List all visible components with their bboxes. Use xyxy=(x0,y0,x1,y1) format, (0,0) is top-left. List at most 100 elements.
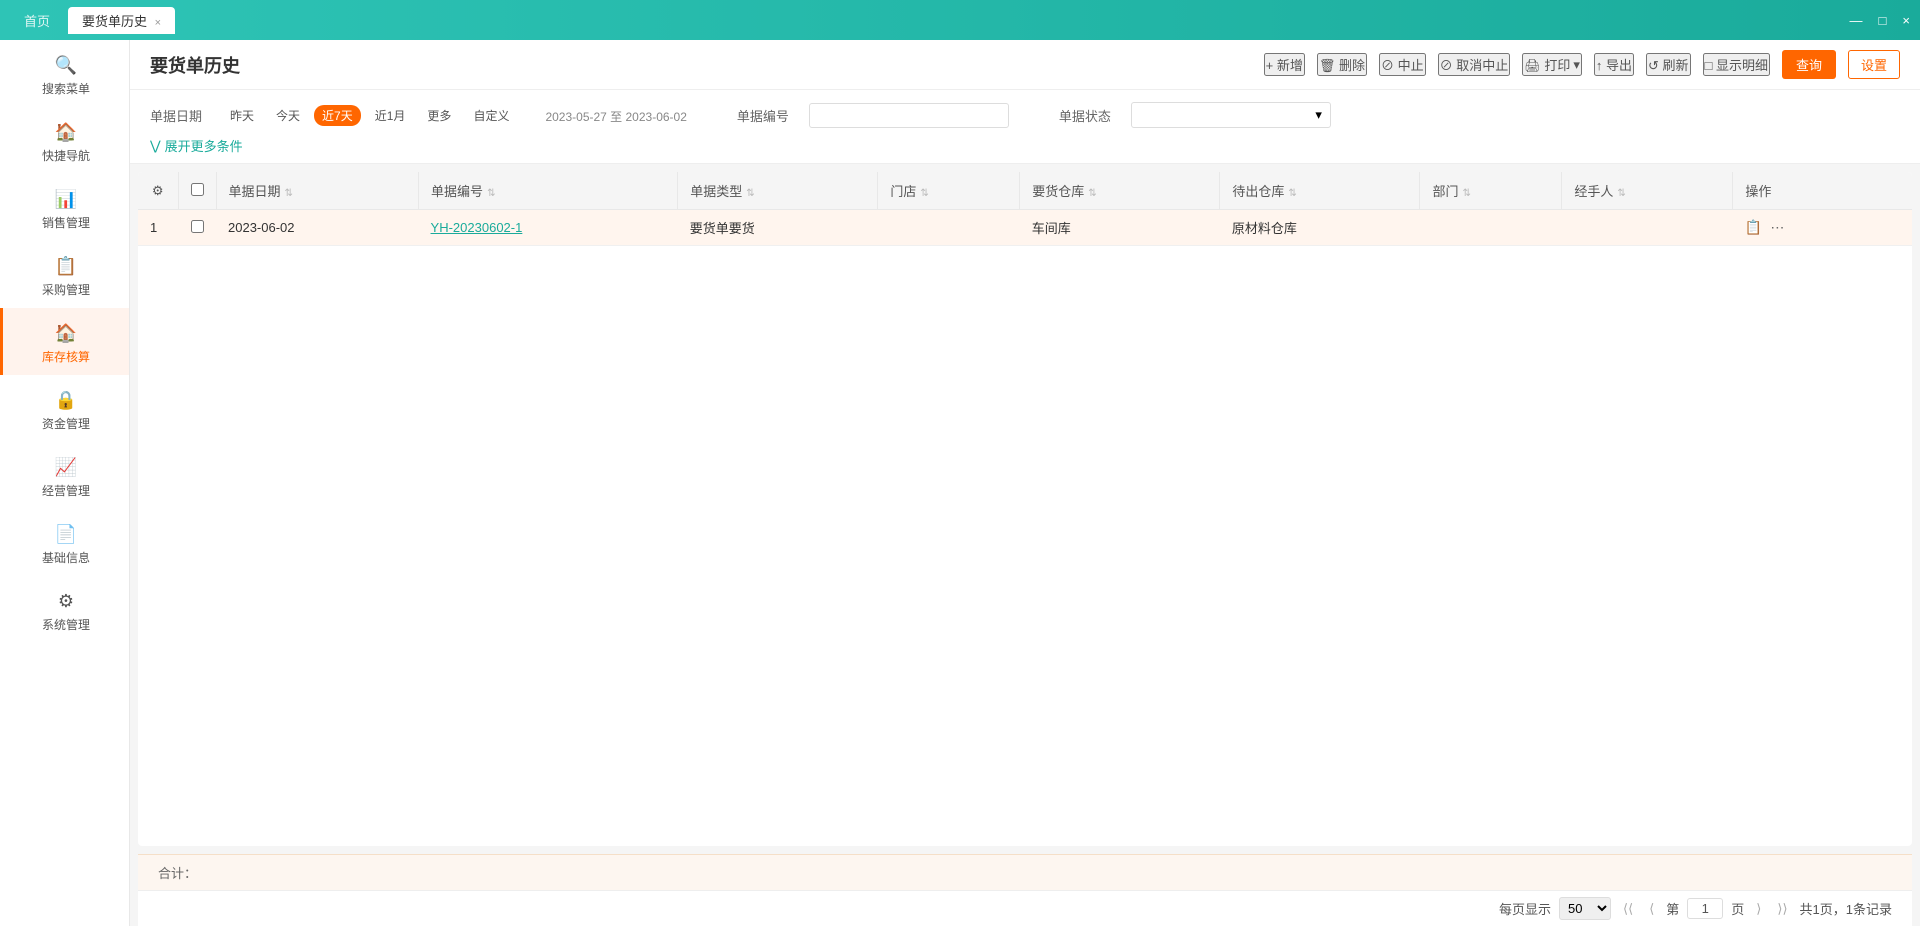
sidebar-item-system[interactable]: ⚙ 系统管理 xyxy=(0,576,129,643)
date-btn-1month[interactable]: 近1月 xyxy=(367,105,414,126)
filter-bar: 单据日期 昨天 今天 近7天 近1月 更多 自定义 2023-05-27 至 2… xyxy=(130,90,1920,164)
col-checkbox[interactable] xyxy=(178,172,216,210)
row-num: 1 xyxy=(138,210,178,246)
home-icon: 🏠 xyxy=(55,121,77,143)
sidebar-label-inventory: 库存核算 xyxy=(42,348,90,365)
col-bill-no[interactable]: 单据编号⇅ xyxy=(419,172,678,210)
page-suffix: 页 xyxy=(1731,899,1744,918)
date-filter-label: 单据日期 xyxy=(150,106,202,125)
col-pending-warehouse[interactable]: 待出仓库⇅ xyxy=(1220,172,1420,210)
page-title: 要货单历史 xyxy=(150,52,240,78)
date-range-display: 2023-05-27 至 2023-06-02 xyxy=(545,108,686,125)
chart-icon: 📊 xyxy=(55,188,77,210)
stop-button[interactable]: ⊘ 中止 xyxy=(1379,53,1426,76)
date-filter-options: 昨天 今天 近7天 近1月 更多 自定义 xyxy=(222,105,517,126)
per-page-label: 每页显示 xyxy=(1499,899,1551,918)
select-all-checkbox[interactable] xyxy=(191,183,204,196)
sidebar-label-finance: 资金管理 xyxy=(42,415,90,432)
data-table: ⚙ 单据日期⇅ 单据编号⇅ 单据类型⇅ 门店⇅ 要货仓库⇅ 待出仓库⇅ 部门⇅ … xyxy=(138,172,1912,246)
tab-home[interactable]: 首页 xyxy=(10,7,64,34)
sidebar-item-purchase[interactable]: 📋 采购管理 xyxy=(0,241,129,308)
sidebar-item-search[interactable]: 🔍 搜索菜单 xyxy=(0,40,129,107)
sidebar-item-sales[interactable]: 📊 销售管理 xyxy=(0,174,129,241)
prev-page-btn[interactable]: ⟨ xyxy=(1645,899,1658,919)
date-btn-today[interactable]: 今天 xyxy=(268,105,308,126)
row-bill-no[interactable]: YH-20230602-1 xyxy=(419,210,678,246)
settings-button[interactable]: 设置 xyxy=(1848,50,1900,79)
window-controls: — □ × xyxy=(1850,13,1910,28)
next-page-btn[interactable]: ⟩ xyxy=(1752,899,1765,919)
sidebar-item-shortcut[interactable]: 🏠 快捷导航 xyxy=(0,107,129,174)
pagination: 每页显示 50 100 200 ⟨⟨ ⟨ 第 1 页 ⟩ ⟩⟩ 共1页，1条记录 xyxy=(1499,897,1892,920)
maximize-icon[interactable]: □ xyxy=(1879,13,1887,28)
print-chevron-icon: ▾ xyxy=(1573,57,1580,73)
trending-icon: 📈 xyxy=(55,456,77,478)
date-btn-yesterday[interactable]: 昨天 xyxy=(222,105,262,126)
status-select[interactable]: ▾ xyxy=(1131,102,1331,128)
clipboard-icon: 📋 xyxy=(55,255,77,277)
bill-no-input[interactable] xyxy=(809,103,1009,128)
sidebar-item-inventory[interactable]: 🏠 库存核算 xyxy=(0,308,129,375)
date-btn-custom[interactable]: 自定义 xyxy=(465,105,517,126)
document-icon: 📄 xyxy=(55,523,77,545)
table-row: 1 2023-06-02 YH-20230602-1 要货单要货 车间库 原材料… xyxy=(138,210,1912,246)
first-page-btn[interactable]: ⟨⟨ xyxy=(1619,899,1637,919)
col-handler[interactable]: 经手人⇅ xyxy=(1562,172,1733,210)
col-store[interactable]: 门店⇅ xyxy=(878,172,1020,210)
tab-bar: 首页 要货单历史 × xyxy=(10,7,1850,34)
cancel-stop-button[interactable]: ⊘ 取消中止 xyxy=(1438,53,1511,76)
expand-filter-button[interactable]: ⋁ 展开更多条件 xyxy=(150,136,1900,155)
last-page-btn[interactable]: ⟩⟩ xyxy=(1773,899,1791,919)
date-btn-7days[interactable]: 近7天 xyxy=(314,105,361,126)
sidebar-item-finance[interactable]: 🔒 资金管理 xyxy=(0,375,129,442)
expand-icon: ⋁ xyxy=(150,138,161,154)
col-dept[interactable]: 部门⇅ xyxy=(1420,172,1562,210)
sidebar-item-operation[interactable]: 📈 经营管理 xyxy=(0,442,129,509)
current-page-display: 1 xyxy=(1687,898,1723,919)
date-btn-more[interactable]: 更多 xyxy=(419,105,459,126)
row-edit-icon[interactable]: 📋 xyxy=(1745,219,1762,236)
per-page-select[interactable]: 50 100 200 xyxy=(1559,897,1611,920)
row-req-warehouse: 车间库 xyxy=(1020,210,1220,246)
row-pending-warehouse: 原材料仓库 xyxy=(1220,210,1420,246)
refresh-button[interactable]: ↺ 刷新 xyxy=(1646,53,1691,76)
table-header-row: ⚙ 单据日期⇅ 单据编号⇅ 单据类型⇅ 门店⇅ 要货仓库⇅ 待出仓库⇅ 部门⇅ … xyxy=(138,172,1912,210)
col-action: 操作 xyxy=(1733,172,1912,210)
sidebar-label-basic: 基础信息 xyxy=(42,549,90,566)
sidebar-label-sales: 销售管理 xyxy=(42,214,90,231)
close-window-icon[interactable]: × xyxy=(1902,13,1910,28)
row-handler xyxy=(1562,210,1733,246)
inventory-icon: 🏠 xyxy=(55,322,77,344)
show-detail-button[interactable]: □ 显示明细 xyxy=(1703,53,1770,76)
minimize-icon[interactable]: — xyxy=(1850,13,1863,28)
col-date[interactable]: 单据日期⇅ xyxy=(216,172,419,210)
row-checkbox[interactable] xyxy=(178,210,216,246)
new-button[interactable]: + 新增 xyxy=(1264,53,1305,76)
sidebar-label-operation: 经营管理 xyxy=(42,482,90,499)
tab-active[interactable]: 要货单历史 × xyxy=(68,7,175,34)
top-bar: 首页 要货单历史 × — □ × xyxy=(0,0,1920,40)
col-req-warehouse[interactable]: 要货仓库⇅ xyxy=(1020,172,1220,210)
tab-close-icon[interactable]: × xyxy=(155,17,161,29)
sidebar-label-shortcut: 快捷导航 xyxy=(42,147,90,164)
pagination-bar: 每页显示 50 100 200 ⟨⟨ ⟨ 第 1 页 ⟩ ⟩⟩ 共1页，1条记录 xyxy=(138,890,1912,926)
sidebar-item-basic[interactable]: 📄 基础信息 xyxy=(0,509,129,576)
delete-button[interactable]: 🗑 删除 xyxy=(1317,53,1367,76)
print-button[interactable]: 🖨 打印 ▾ xyxy=(1522,53,1582,76)
row-actions: 📋 ⋯ xyxy=(1733,210,1912,246)
export-button[interactable]: ↑ 导出 xyxy=(1594,53,1634,76)
row-store xyxy=(878,210,1020,246)
row-bill-type: 要货单要货 xyxy=(678,210,878,246)
toolbar: + 新增 🗑 删除 ⊘ 中止 ⊘ 取消中止 🖨 打印 ▾ ↑ 导出 ↺ 刷新 □… xyxy=(1264,50,1900,79)
sidebar-label-search: 搜索菜单 xyxy=(42,80,90,97)
total-info: 共1页，1条记录 xyxy=(1800,899,1892,918)
lock-icon: 🔒 xyxy=(55,389,77,411)
row-more-icon[interactable]: ⋯ xyxy=(1770,219,1784,236)
col-gear[interactable]: ⚙ xyxy=(138,172,178,210)
sidebar-label-system: 系统管理 xyxy=(42,616,90,633)
bill-no-label: 单据编号 xyxy=(737,106,789,125)
status-chevron-icon: ▾ xyxy=(1315,107,1322,123)
gear-icon: ⚙ xyxy=(55,590,77,612)
col-bill-type[interactable]: 单据类型⇅ xyxy=(678,172,878,210)
query-button[interactable]: 查询 xyxy=(1782,50,1836,79)
